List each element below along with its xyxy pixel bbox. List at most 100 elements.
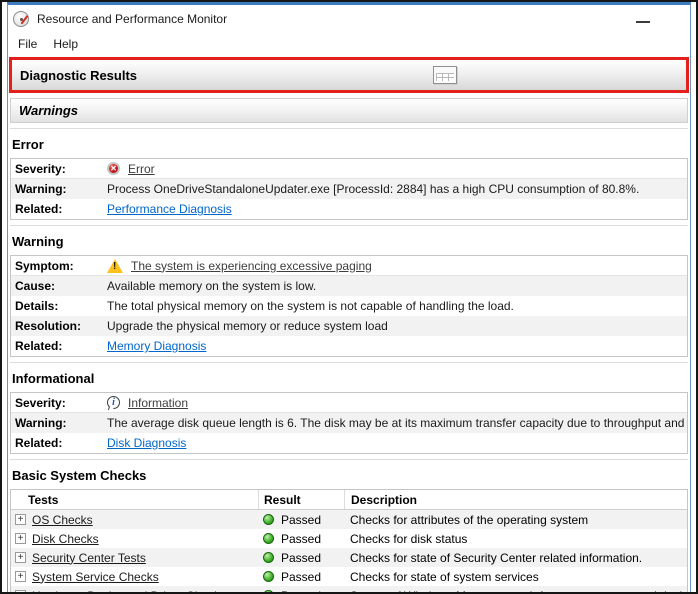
os-checks-link[interactable]: OS Checks — [32, 513, 93, 527]
screenshot-frame: Resource and Performance Monitor File Hel… — [0, 0, 698, 594]
info-icon — [107, 396, 120, 409]
section-warning: WarningSymptom:The system is experiencin… — [10, 225, 688, 357]
hardware-device-and-driver-checks-link[interactable]: Hardware Device and Driver Checks — [32, 589, 226, 593]
result-text: Passed — [281, 532, 321, 546]
row-value: Available memory on the system is low. — [107, 279, 687, 293]
table-row: Related:Memory Diagnosis — [11, 336, 687, 356]
section-detail-table: Severity: Information Warning:The average … — [10, 392, 688, 454]
tests-cell: Security Center Tests — [11, 551, 258, 565]
row-label: Symptom: — [11, 259, 107, 273]
menu-help[interactable]: Help — [53, 37, 78, 51]
section-heading: Informational — [10, 367, 688, 392]
security-center-tests-link[interactable]: Security Center Tests — [32, 551, 146, 565]
tests-cell: Hardware Device and Driver Checks — [11, 589, 258, 593]
table-row: System Service Checks Passed Checks for st… — [11, 567, 687, 586]
tests-cell: System Service Checks — [11, 570, 258, 584]
table-row: Severity: Information — [11, 393, 687, 413]
section-basic-system-checks: Basic System Checks TestsResultDescripti… — [10, 459, 688, 592]
passed-status-icon — [263, 552, 274, 563]
menu-file[interactable]: File — [18, 37, 37, 51]
row-text: Process OneDriveStandaloneUpdater.exe [P… — [107, 182, 639, 196]
minimize-button[interactable] — [636, 21, 650, 23]
row-label: Related: — [11, 339, 107, 353]
table-row: Cause:Available memory on the system is … — [11, 276, 687, 296]
error-icon — [107, 162, 120, 175]
tests-cell: Disk Checks — [11, 532, 258, 546]
column-header-result: Result — [258, 490, 344, 509]
expand-plus-icon[interactable] — [15, 533, 26, 544]
diagnostic-results-banner-highlight: Diagnostic Results — [9, 57, 689, 93]
row-text: The average disk queue length is 6. The … — [107, 416, 687, 430]
result-text: Passed — [281, 570, 321, 584]
row-value: The total physical memory on the system … — [107, 299, 687, 313]
row-text: The total physical memory on the system … — [107, 299, 514, 313]
passed-status-icon — [263, 571, 274, 582]
warnings-section-bar[interactable]: Warnings — [10, 98, 688, 123]
information-link[interactable]: Information — [128, 396, 188, 410]
table-row: OS Checks Passed Checks for attributes of … — [11, 510, 687, 529]
column-header-tests: Tests — [11, 493, 258, 507]
section-detail-table: Symptom: The system is experiencing exces… — [10, 255, 688, 357]
section-detail-table: Severity: Error Warning:Process OneDriveSt… — [10, 158, 688, 220]
expand-plus-icon[interactable] — [15, 514, 26, 525]
description-cell: Checks for disk status — [344, 529, 687, 548]
description-text: Checks for attributes of the operating s… — [350, 513, 588, 527]
row-text: Upgrade the physical memory or reduce sy… — [107, 319, 388, 333]
passed-status-icon — [263, 514, 274, 525]
the-system-is-experiencing-excessive-paging-link[interactable]: The system is experiencing excessive pag… — [131, 259, 372, 273]
description-text: Checks for state of Security Center rela… — [350, 551, 642, 565]
table-row: Hardware Device and Driver Checks Passed S… — [11, 586, 687, 592]
disk-checks-link[interactable]: Disk Checks — [32, 532, 99, 546]
passed-status-icon — [263, 533, 274, 544]
result-cell: Passed — [258, 586, 344, 592]
description-text: Checks for state of system services — [350, 570, 539, 584]
row-value: The average disk queue length is 6. The … — [107, 416, 687, 430]
checks-header-row: TestsResultDescription — [11, 490, 687, 510]
error-link[interactable]: Error — [128, 162, 155, 176]
section-informational: Informational Severity: Information Warning… — [10, 362, 688, 454]
table-row: Disk Checks Passed Checks for disk status — [11, 529, 687, 548]
performance-diagnosis-link[interactable]: Performance Diagnosis — [107, 202, 232, 216]
section-error: ErrorSeverity: Error Warning:Process OneDr… — [10, 128, 688, 220]
description-cell: Checks for attributes of the operating s… — [344, 510, 687, 529]
row-label: Severity: — [11, 396, 107, 410]
row-text: Available memory on the system is low. — [107, 279, 316, 293]
performance-monitor-app-icon — [13, 11, 29, 27]
row-label: Details: — [11, 299, 107, 313]
result-text: Passed — [281, 513, 321, 527]
row-label: Warning: — [11, 416, 107, 430]
expand-plus-icon[interactable] — [15, 571, 26, 582]
result-cell: Passed — [258, 548, 344, 567]
row-label: Warning: — [11, 182, 107, 196]
column-header-description: Description — [344, 490, 687, 509]
expand-plus-icon[interactable] — [15, 552, 26, 563]
row-value: Information — [107, 396, 687, 410]
window-title: Resource and Performance Monitor — [37, 12, 227, 26]
row-value: Error — [107, 162, 687, 176]
table-row: Severity: Error — [11, 159, 687, 179]
description-text: Survey of Windows Management Infrastruct… — [350, 589, 687, 593]
row-value: The system is experiencing excessive pag… — [107, 259, 687, 273]
table-row: Details:The total physical memory on the… — [11, 296, 687, 316]
table-row: Related:Performance Diagnosis — [11, 199, 687, 219]
result-cell: Passed — [258, 510, 344, 529]
row-label: Severity: — [11, 162, 107, 176]
memory-diagnosis-link[interactable]: Memory Diagnosis — [107, 339, 206, 353]
result-text: Passed — [281, 551, 321, 565]
row-label: Related: — [11, 202, 107, 216]
row-value: Performance Diagnosis — [107, 202, 687, 216]
report-table-icon[interactable] — [433, 66, 457, 84]
disk-diagnosis-link[interactable]: Disk Diagnosis — [107, 436, 186, 450]
row-value: Process OneDriveStandaloneUpdater.exe [P… — [107, 182, 687, 196]
expand-plus-icon[interactable] — [15, 590, 26, 592]
basic-system-checks-table: TestsResultDescription OS Checks Passed Che… — [10, 489, 688, 592]
description-text: Checks for disk status — [350, 532, 467, 546]
table-row: Warning:The average disk queue length is… — [11, 413, 687, 433]
warnings-title: Warnings — [11, 103, 78, 118]
system-service-checks-link[interactable]: System Service Checks — [32, 570, 159, 584]
menu-bar: File Help — [8, 32, 690, 55]
row-label: Resolution: — [11, 319, 107, 333]
diagnostic-results-banner[interactable]: Diagnostic Results — [12, 60, 686, 90]
description-cell: Checks for state of Security Center rela… — [344, 548, 687, 567]
warning-icon — [107, 259, 123, 273]
